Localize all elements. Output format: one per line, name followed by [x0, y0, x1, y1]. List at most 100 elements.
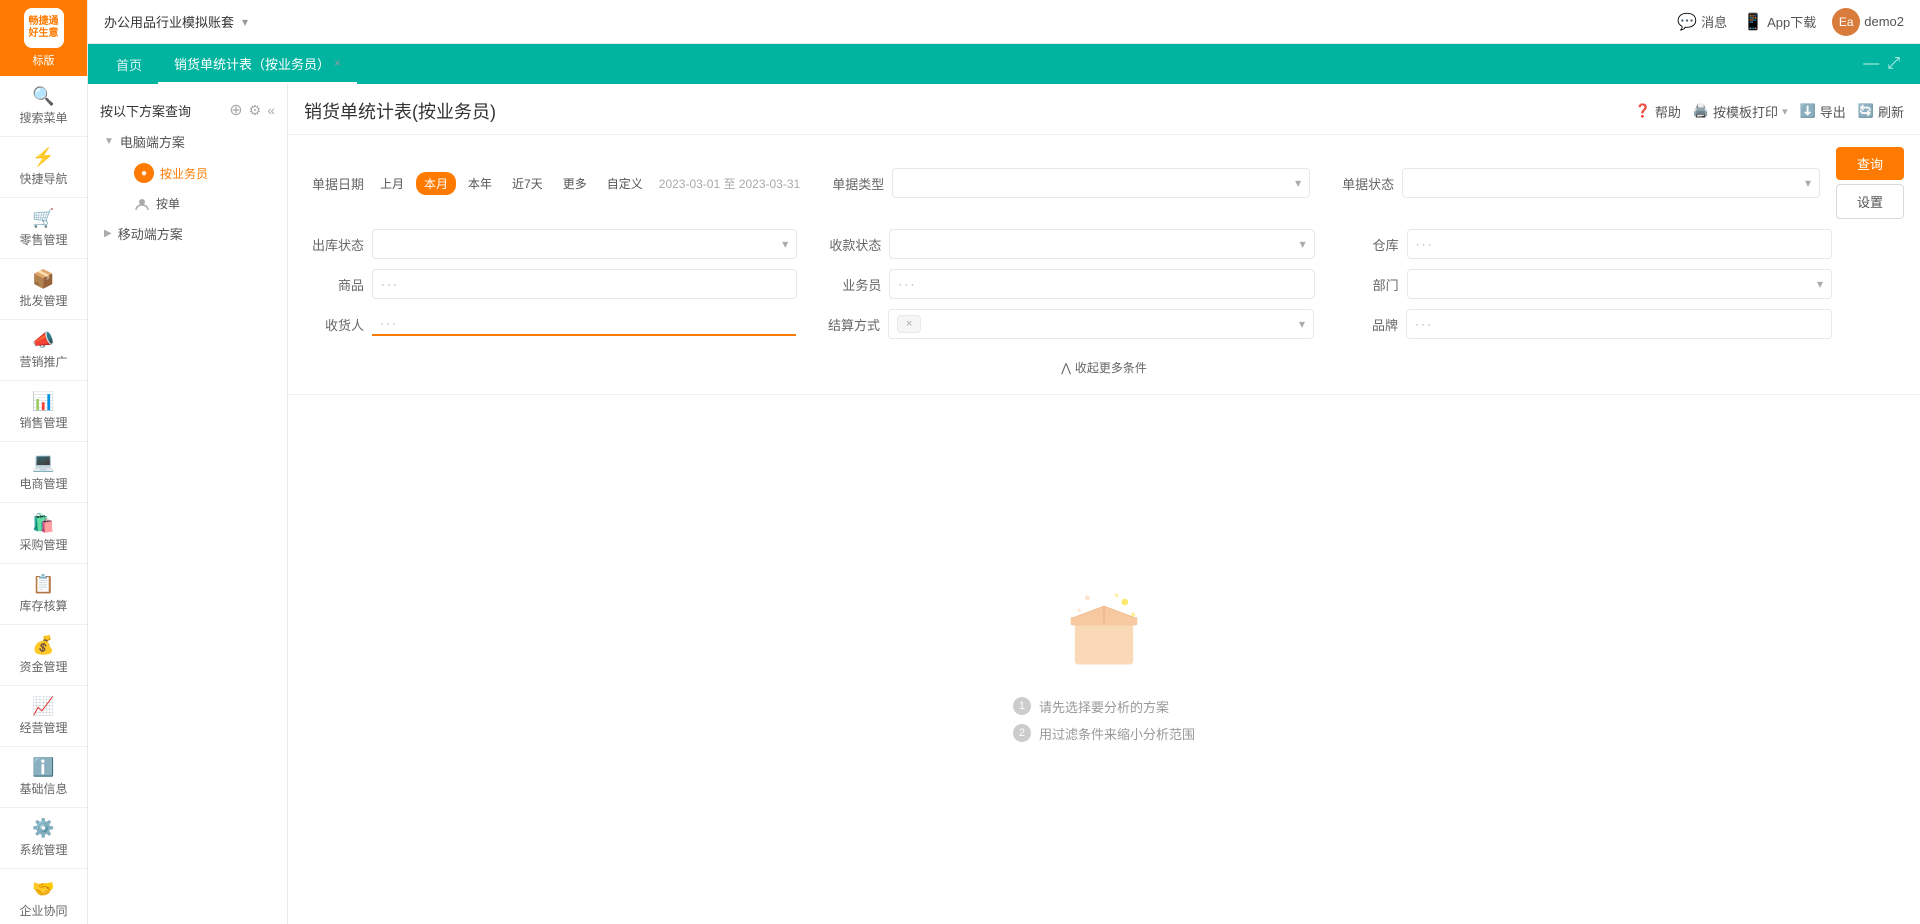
- logo-text: 畅捷通好生意: [29, 16, 59, 40]
- tree-item-by-order[interactable]: 按单: [88, 189, 287, 218]
- retail-icon: 🛒: [32, 208, 54, 229]
- receipt-status-arrow: ▾: [1300, 237, 1306, 251]
- sidebar-item-inventory[interactable]: 📋 库存核算: [0, 564, 87, 625]
- warehouse-select[interactable]: ···: [1407, 229, 1832, 259]
- sidebar-item-label: 系统管理: [19, 841, 67, 858]
- brand-label: 品牌: [1338, 315, 1398, 334]
- operation-icon: 📈: [32, 696, 54, 717]
- sidebar-item-enterprise[interactable]: 🤝 企业协同: [0, 869, 87, 924]
- tree-item-by-staff[interactable]: ● 按业务员: [88, 157, 287, 189]
- tip-2-num: 2: [1013, 724, 1031, 742]
- basicinfo-icon: ℹ️: [32, 757, 54, 778]
- brand-select[interactable]: ···: [1406, 309, 1832, 339]
- query-button[interactable]: 查询: [1836, 147, 1904, 180]
- messages-btn[interactable]: 💬 消息: [1677, 12, 1727, 32]
- tab-home-label: 首页: [116, 55, 142, 74]
- date-btn-this-year[interactable]: 本年: [460, 172, 500, 195]
- export-label: 导出: [1820, 102, 1846, 121]
- collapse-filters-area: ⋀ 收起更多条件: [304, 349, 1904, 390]
- add-scheme-icon[interactable]: ⊕: [229, 100, 242, 120]
- right-panel: 销货单统计表(按业务员) ❓ 帮助 🖨️ 按模板打印 ▾ ⬇️ 导出: [288, 84, 1920, 924]
- date-btn-more[interactable]: 更多: [555, 172, 595, 195]
- consignee-input[interactable]: ···: [372, 312, 796, 336]
- user-area[interactable]: Ea demo2: [1832, 8, 1904, 36]
- dept-arrow: ▾: [1817, 277, 1823, 291]
- sidebar-item-retail[interactable]: 🛒 零售管理: [0, 198, 87, 259]
- settings-button[interactable]: 设置: [1836, 184, 1904, 219]
- help-btn[interactable]: ❓ 帮助: [1635, 102, 1681, 121]
- date-btn-custom[interactable]: 自定义: [599, 172, 651, 195]
- help-label: 帮助: [1655, 102, 1681, 121]
- goods-dots: ···: [381, 277, 399, 291]
- doc-type-select[interactable]: ▾: [892, 168, 1310, 198]
- tree-arrow-mobile: ▶: [104, 228, 112, 239]
- tree-section-pc-label: 电脑端方案: [120, 132, 185, 151]
- sidebar-item-ecommerce[interactable]: 💻 电商管理: [0, 442, 87, 503]
- quicknav-icon: ⚡: [32, 147, 54, 168]
- sidebar-item-sales[interactable]: 📊 销售管理: [0, 381, 87, 442]
- filter-area: 单据日期 上月 本月 本年 近7天 更多 自定义 2023-03-01 至 20…: [288, 135, 1920, 395]
- filter-row-1: 单据日期 上月 本月 本年 近7天 更多 自定义 2023-03-01 至 20…: [304, 147, 1904, 219]
- sidebar-item-finance[interactable]: 💰 资金管理: [0, 625, 87, 686]
- sidebar-item-label: 采购管理: [19, 536, 67, 553]
- export-btn[interactable]: ⬇️ 导出: [1800, 102, 1846, 121]
- logo-icon: 畅捷通好生意: [24, 8, 64, 48]
- marketing-icon: 📣: [32, 330, 54, 351]
- tree-arrow-pc: ▼: [104, 136, 114, 147]
- tab-maximize-icon[interactable]: ⤢: [1887, 55, 1900, 73]
- sidebar-item-wholesale[interactable]: 📦 批发管理: [0, 259, 87, 320]
- dept-select[interactable]: ▾: [1407, 269, 1832, 299]
- inventory-icon: 📋: [32, 574, 54, 595]
- topbar: 办公用品行业模拟账套 ▾ 💬 消息 📱 App下载 Ea demo2: [88, 0, 1920, 44]
- collapse-panel-icon[interactable]: «: [267, 102, 275, 118]
- main-area: 办公用品行业模拟账套 ▾ 💬 消息 📱 App下载 Ea demo2 首页: [88, 0, 1920, 924]
- tab-home[interactable]: 首页: [100, 44, 158, 84]
- sales-icon: 📊: [32, 391, 54, 412]
- sidebar-item-basic-info[interactable]: ℹ️ 基础信息: [0, 747, 87, 808]
- tab-close-icon[interactable]: ×: [334, 56, 341, 70]
- goods-label: 商品: [304, 275, 364, 294]
- template-print-btn[interactable]: 🖨️ 按模板打印 ▾: [1693, 102, 1788, 121]
- sidebar-item-label: 批发管理: [19, 292, 67, 309]
- left-panel-title: 按以下方案查询: [100, 101, 191, 120]
- sidebar-item-marketing[interactable]: 📣 营销推广: [0, 320, 87, 381]
- messages-label: 消息: [1701, 12, 1727, 31]
- date-btn-7days[interactable]: 近7天: [504, 172, 551, 195]
- sidebar-item-label: 搜索菜单: [19, 109, 67, 126]
- app-download-btn[interactable]: 📱 App下载: [1743, 12, 1816, 32]
- receipt-status-select[interactable]: ▾: [889, 229, 1314, 259]
- out-status-arrow: ▾: [782, 237, 788, 251]
- settings-scheme-icon[interactable]: ⚙: [249, 102, 262, 119]
- date-btn-last-month[interactable]: 上月: [372, 172, 412, 195]
- out-status-select[interactable]: ▾: [372, 229, 797, 259]
- tab-active[interactable]: 销货单统计表（按业务员） ×: [158, 44, 357, 84]
- collapse-filters-btn[interactable]: ⋀ 收起更多条件: [1055, 353, 1153, 382]
- staff-dots: ···: [898, 277, 916, 291]
- payment-tag-close[interactable]: ×: [906, 318, 912, 330]
- date-btn-this-month[interactable]: 本月: [416, 172, 456, 195]
- doc-status-select[interactable]: ▾: [1402, 168, 1820, 198]
- tree-section-pc[interactable]: ▼ 电脑端方案: [88, 126, 287, 157]
- sidebar-item-quick-nav[interactable]: ⚡ 快捷导航: [0, 137, 87, 198]
- purchase-icon: 🛍️: [32, 513, 54, 534]
- sidebar-item-label: 经营管理: [19, 719, 67, 736]
- goods-select[interactable]: ···: [372, 269, 797, 299]
- tab-minimize-icon[interactable]: —: [1863, 55, 1879, 73]
- sidebar-item-label: 库存核算: [19, 597, 67, 614]
- tab-active-label: 销货单统计表（按业务员）: [174, 54, 330, 73]
- sidebar-item-system[interactable]: ⚙️ 系统管理: [0, 808, 87, 869]
- sidebar-item-search[interactable]: 🔍 搜索菜单: [0, 76, 87, 137]
- topbar-dropdown-icon[interactable]: ▾: [242, 15, 248, 29]
- staff-select[interactable]: ···: [889, 269, 1314, 299]
- sidebar-item-purchase[interactable]: 🛍️ 采购管理: [0, 503, 87, 564]
- username-label: demo2: [1864, 14, 1904, 29]
- sidebar-item-operation[interactable]: 📈 经营管理: [0, 686, 87, 747]
- sidebar-item-label: 资金管理: [19, 658, 67, 675]
- tree-section-mobile[interactable]: ▶ 移动端方案: [88, 218, 287, 249]
- refresh-btn[interactable]: 🔄 刷新: [1858, 102, 1904, 121]
- topbar-left: 办公用品行业模拟账套 ▾: [104, 12, 248, 31]
- payment-select[interactable]: × ▾: [888, 309, 1314, 339]
- system-icon: ⚙️: [32, 818, 54, 839]
- filter-row-2: 出库状态 ▾ 收款状态 ▾ 仓库 ···: [304, 229, 1904, 259]
- left-panel: 按以下方案查询 ⊕ ⚙ « ▼ 电脑端方案 ● 按业务员: [88, 84, 288, 924]
